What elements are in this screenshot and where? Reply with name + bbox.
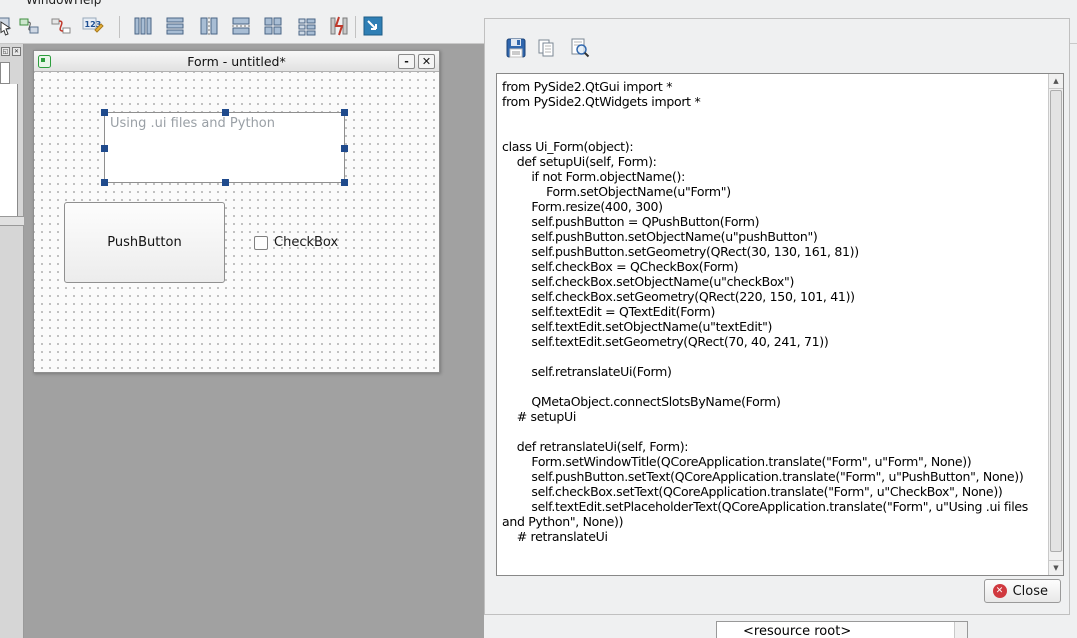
close-button-label: Close (1013, 584, 1048, 599)
code-line: # setupUi (502, 409, 1045, 424)
dock-float-icon[interactable]: ◱ (1, 47, 10, 56)
code-line: from PySide2.QtWidgets import * (502, 94, 1045, 109)
code-line: QMetaObject.connectSlotsByName(Form) (502, 394, 1045, 409)
code-line: self.checkBox.setText(QCoreApplication.t… (502, 484, 1045, 499)
code-line: class Ui_Form(object): (502, 139, 1045, 154)
code-line: def setupUi(self, Form): (502, 154, 1045, 169)
form-canvas[interactable]: Using .ui files and Python PushButton Ch… (34, 72, 439, 372)
code-line (502, 379, 1045, 394)
code-view[interactable]: from PySide2.QtGui import *from PySide2.… (496, 73, 1064, 576)
scroll-up-icon[interactable]: ▲ (1049, 74, 1063, 89)
toolbar-separator (119, 16, 120, 38)
selection-handle[interactable] (341, 145, 348, 152)
selection-handle[interactable] (341, 109, 348, 116)
code-line (502, 349, 1045, 364)
code-line: self.textEdit = QTextEdit(Form) (502, 304, 1045, 319)
dock-filter-fragment[interactable] (0, 62, 10, 84)
lay-out-in-form-layout-icon[interactable] (294, 13, 320, 39)
edit-widgets-icon[interactable] (0, 13, 16, 39)
selection-handle[interactable] (101, 109, 108, 116)
qt-designer-screen: Window Help 123 (0, 0, 1077, 638)
close-window-button[interactable]: ✕ (418, 54, 435, 69)
scrollbar-thumb[interactable] (1050, 90, 1062, 552)
form-window-title: Form - untitled* (34, 54, 439, 69)
code-line: self.checkBox.setGeometry(QRect(220, 150… (502, 289, 1045, 304)
lay-out-vertically-in-splitter-icon[interactable] (228, 13, 254, 39)
minimize-button[interactable]: - (398, 54, 415, 69)
toolbar-separator (355, 16, 356, 38)
form-designer-window[interactable]: Form - untitled* - ✕ Using .ui files and… (33, 50, 440, 373)
code-line: self.pushButton.setGeometry(QRect(30, 13… (502, 244, 1045, 259)
pushbutton-widget[interactable]: PushButton (64, 202, 225, 283)
selection-handle[interactable] (341, 179, 348, 186)
copy-icon[interactable] (533, 35, 559, 61)
code-line: self.pushButton.setObjectName(u"pushButt… (502, 229, 1045, 244)
save-icon[interactable] (503, 35, 529, 61)
selection-handle[interactable] (101, 145, 108, 152)
form-window-titlebar[interactable]: Form - untitled* - ✕ (34, 51, 439, 72)
dock-close-icon[interactable]: ✕ (12, 47, 21, 56)
scroll-down-icon[interactable]: ▼ (1049, 560, 1063, 575)
edit-buddies-icon[interactable] (48, 13, 74, 39)
selection-handle[interactable] (101, 179, 108, 186)
code-line (502, 109, 1045, 124)
menu-help[interactable]: Help (74, 0, 101, 7)
widget-box-fragment (0, 84, 18, 216)
code-line: # retranslateUi (502, 529, 1045, 544)
menubar: Window Help (0, 0, 1077, 8)
code-line: if not Form.objectName(): (502, 169, 1045, 184)
code-line: self.pushButton = QPushButton(Form) (502, 214, 1045, 229)
resource-browser-fragment: <resource root> (716, 621, 968, 638)
code-line: self.textEdit.setPlaceholderText(QCoreAp… (502, 499, 1045, 514)
edit-signals-slots-icon[interactable] (16, 13, 42, 39)
code-line: self.checkBox.setObjectName(u"checkBox") (502, 274, 1045, 289)
adjust-size-icon[interactable] (360, 13, 386, 39)
code-line: and Python", None)) (502, 514, 1045, 529)
code-line: def retranslateUi(self, Form): (502, 439, 1045, 454)
code-line: from PySide2.QtGui import * (502, 79, 1045, 94)
code-line: Form.setObjectName(u"Form") (502, 184, 1045, 199)
lay-out-horizontally-icon[interactable] (130, 13, 156, 39)
selection-handle[interactable] (222, 179, 229, 186)
lay-out-horizontally-in-splitter-icon[interactable] (196, 13, 222, 39)
edit-tab-order-icon[interactable]: 123 (80, 13, 106, 39)
code-line: Form.setWindowTitle(QCoreApplication.tra… (502, 454, 1045, 469)
checkbox-widget[interactable]: CheckBox (254, 222, 355, 263)
checkbox-label: CheckBox (274, 235, 338, 250)
code-viewer-dialog: from PySide2.QtGui import *from PySide2.… (484, 18, 1070, 615)
checkbox-indicator[interactable] (254, 236, 268, 250)
lay-out-vertically-icon[interactable] (162, 13, 188, 39)
code-line (502, 424, 1045, 439)
textedit-widget[interactable]: Using .ui files and Python (104, 112, 345, 183)
find-icon[interactable] (567, 35, 593, 61)
dock-splitter[interactable] (0, 216, 24, 226)
close-button-icon: ✕ (993, 584, 1007, 598)
break-layout-icon[interactable] (326, 13, 352, 39)
selection-handle[interactable] (222, 109, 229, 116)
textedit-placeholder-text: Using .ui files and Python (110, 116, 275, 131)
code-line: self.textEdit.setObjectName(u"textEdit") (502, 319, 1045, 334)
code-line: self.textEdit.setGeometry(QRect(70, 40, … (502, 334, 1045, 349)
menu-window[interactable]: Window (26, 0, 73, 7)
resource-root-item[interactable]: <resource root> (743, 624, 851, 638)
code-line: self.pushButton.setText(QCoreApplication… (502, 469, 1045, 484)
code-view-lines: from PySide2.QtGui import *from PySide2.… (497, 74, 1047, 575)
code-line (502, 124, 1045, 139)
left-dock-fragment: ◱ ✕ (0, 44, 24, 638)
code-line: self.checkBox = QCheckBox(Form) (502, 259, 1045, 274)
resource-scrollbar[interactable] (954, 622, 967, 638)
code-scrollbar[interactable]: ▲ ▼ (1048, 74, 1063, 575)
code-line: self.retranslateUi(Form) (502, 364, 1045, 379)
lay-out-in-grid-icon[interactable] (260, 13, 286, 39)
close-button[interactable]: ✕ Close (984, 579, 1061, 603)
code-line: Form.resize(400, 300) (502, 199, 1045, 214)
